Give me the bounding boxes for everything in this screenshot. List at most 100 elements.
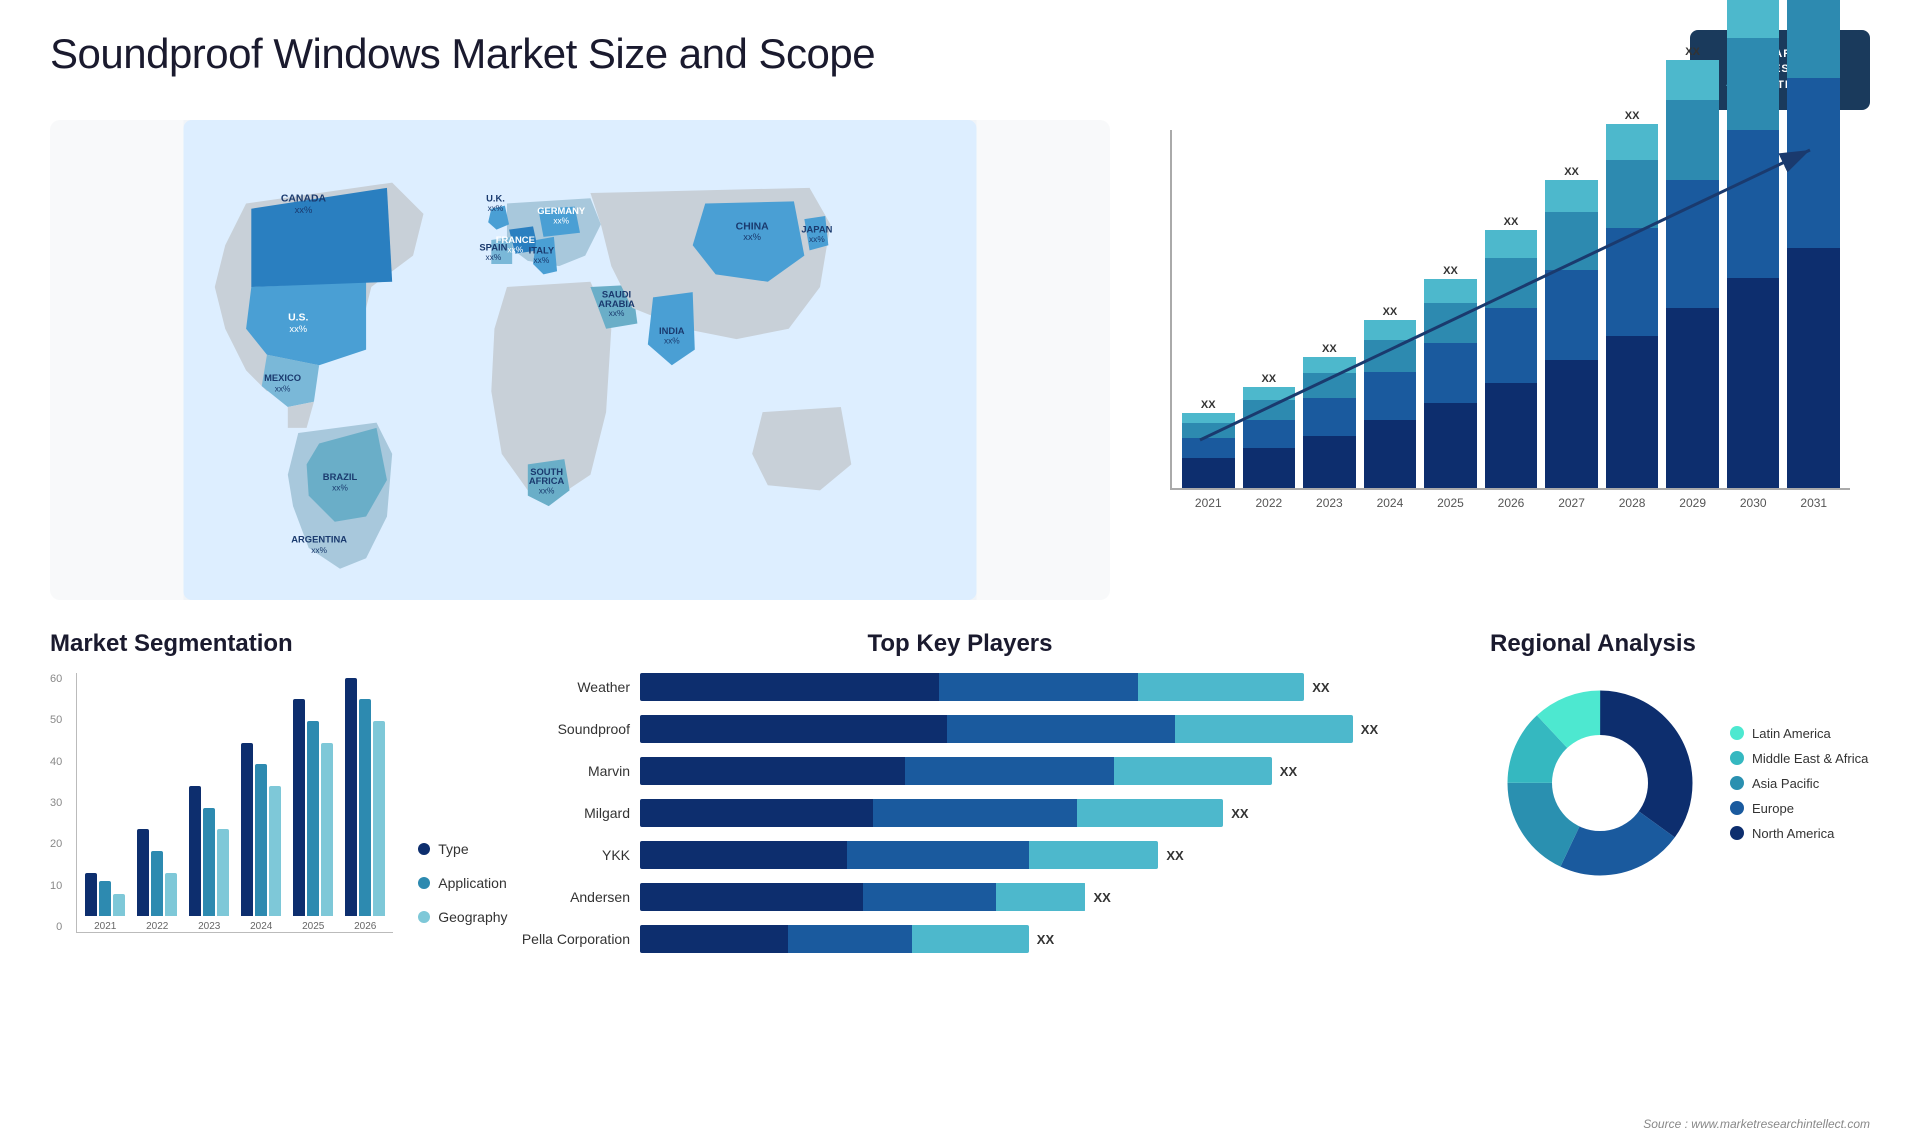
value-india: xx% xyxy=(664,335,680,345)
seg-group-2021: 2021 xyxy=(85,873,125,932)
player-xx-ykk: XX xyxy=(1166,848,1183,863)
bar-seg-3-2030 xyxy=(1727,38,1780,130)
seg-chart-wrapper: 60 50 40 30 20 10 0 xyxy=(50,673,430,933)
players-chart: Weather XX Soundproof xyxy=(470,673,1450,953)
bar-stack-2031 xyxy=(1787,0,1840,488)
seg-type-2026 xyxy=(345,678,357,916)
player-row-andersen: Andersen XX xyxy=(470,883,1450,911)
bar-seg-4-2023 xyxy=(1303,357,1356,373)
legend-type-dot xyxy=(418,843,430,855)
bar-2024: XX xyxy=(1364,306,1417,488)
label-spain: SPAIN xyxy=(479,241,507,252)
player-row-weather: Weather XX xyxy=(470,673,1450,701)
bar-seg-1-2028 xyxy=(1606,336,1659,488)
label-india: INDIA xyxy=(659,325,685,336)
bar-seg-3-2025 xyxy=(1424,303,1477,343)
donut-area: Latin America Middle East & Africa Asia … xyxy=(1490,673,1870,893)
bar-2023: XX xyxy=(1303,343,1356,488)
x-label-2028: 2028 xyxy=(1606,496,1659,510)
legend-type-label: Type xyxy=(438,841,468,857)
bar-seg3-milgard xyxy=(1077,799,1223,827)
bar-seg-2-2026 xyxy=(1485,308,1538,383)
seg-geo-2022 xyxy=(165,873,177,916)
bar-stack-2023 xyxy=(1303,357,1356,488)
seg-y-50: 50 xyxy=(50,714,62,726)
value-brazil: xx% xyxy=(332,482,348,492)
bar-seg-1-2023 xyxy=(1303,436,1356,488)
players-title: Top Key Players xyxy=(470,630,1450,658)
seg-y-30: 30 xyxy=(50,797,62,809)
bar-seg-1-2030 xyxy=(1727,278,1780,488)
value-safrica: xx% xyxy=(539,486,555,496)
bar-stack-2030 xyxy=(1727,0,1780,488)
value-canada: xx% xyxy=(295,204,313,215)
seg-app-2021 xyxy=(99,881,111,916)
player-bar-ykk: XX xyxy=(640,841,1450,869)
bar-stack-2024 xyxy=(1364,320,1417,488)
label-canada: CANADA xyxy=(281,193,327,204)
label-argentina: ARGENTINA xyxy=(291,534,347,545)
bar-seg-2-2024 xyxy=(1364,372,1417,420)
bar-seg-3-2023 xyxy=(1303,373,1356,398)
page-title: Soundproof Windows Market Size and Scope xyxy=(50,30,875,78)
player-xx-pella: XX xyxy=(1037,932,1054,947)
seg-app-2023 xyxy=(203,808,215,916)
player-bar-soundproof: XX xyxy=(640,715,1450,743)
value-saudi: xx% xyxy=(609,308,625,318)
player-name-soundproof: Soundproof xyxy=(470,721,630,737)
x-label-2029: 2029 xyxy=(1666,496,1719,510)
player-bars-soundproof xyxy=(640,715,1353,743)
bar-seg-1-2029 xyxy=(1666,308,1719,488)
seg-year-2022: 2022 xyxy=(146,921,168,932)
value-spain: xx% xyxy=(486,252,502,262)
bar-seg1-pella xyxy=(640,925,788,953)
legend-label-europe: Europe xyxy=(1752,801,1794,816)
bar-seg3-ykk xyxy=(1029,841,1159,869)
value-argentina: xx% xyxy=(311,545,327,555)
player-bar-weather: XX xyxy=(640,673,1450,701)
label-brazil: BRAZIL xyxy=(323,471,358,482)
bar-seg-2-2030 xyxy=(1727,130,1780,278)
seg-y-axis: 60 50 40 30 20 10 0 xyxy=(50,673,66,933)
bar-label-2025: XX xyxy=(1443,265,1458,277)
header: Soundproof Windows Market Size and Scope… xyxy=(0,0,1920,120)
player-xx-andersen: XX xyxy=(1094,890,1111,905)
player-row-marvin: Marvin XX xyxy=(470,757,1450,785)
bar-seg2-soundproof xyxy=(947,715,1175,743)
bar-seg2-marvin xyxy=(905,757,1113,785)
bar-2030: XX xyxy=(1727,0,1780,488)
seg-y-0: 0 xyxy=(50,921,62,933)
seg-group-2026: 2026 xyxy=(345,678,385,932)
legend-apac: Asia Pacific xyxy=(1730,776,1868,791)
bar-seg-4-2026 xyxy=(1485,230,1538,258)
bar-seg3-weather xyxy=(1138,673,1304,701)
seg-group-2024: 2024 xyxy=(241,743,281,932)
bottom-section: Market Segmentation 60 50 40 30 20 10 0 xyxy=(50,630,1870,1070)
legend-latin-america: Latin America xyxy=(1730,726,1868,741)
player-row-pella: Pella Corporation XX xyxy=(470,925,1450,953)
bar-seg-1-2021 xyxy=(1182,458,1235,488)
bar-stack-2029 xyxy=(1666,60,1719,488)
seg-app-2026 xyxy=(359,699,371,916)
bar-seg3-marvin xyxy=(1114,757,1272,785)
players-section: Top Key Players Weather XX xyxy=(470,630,1450,1070)
seg-y-60: 60 xyxy=(50,673,62,685)
bar-seg1-weather xyxy=(640,673,939,701)
bar-2021: XX xyxy=(1182,399,1235,488)
x-label-2022: 2022 xyxy=(1243,496,1296,510)
seg-geo-2024 xyxy=(269,786,281,916)
player-name-ykk: YKK xyxy=(470,847,630,863)
label-safrica2: AFRICA xyxy=(529,475,565,486)
bar-seg-3-2029 xyxy=(1666,100,1719,180)
legend-label-latin: Latin America xyxy=(1752,726,1831,741)
bar-2029: XX xyxy=(1666,46,1719,488)
top-section: CANADA xx% U.S. xx% MEXICO xx% BRAZIL xx… xyxy=(50,120,1870,600)
legend-europe: Europe xyxy=(1730,801,1868,816)
bar-label-2027: XX xyxy=(1564,166,1579,178)
bar-seg-1-2024 xyxy=(1364,420,1417,488)
player-bars-pella xyxy=(640,925,1029,953)
x-label-2023: 2023 xyxy=(1303,496,1356,510)
seg-type-2022 xyxy=(137,829,149,916)
x-label-2027: 2027 xyxy=(1545,496,1598,510)
seg-app-2022 xyxy=(151,851,163,916)
